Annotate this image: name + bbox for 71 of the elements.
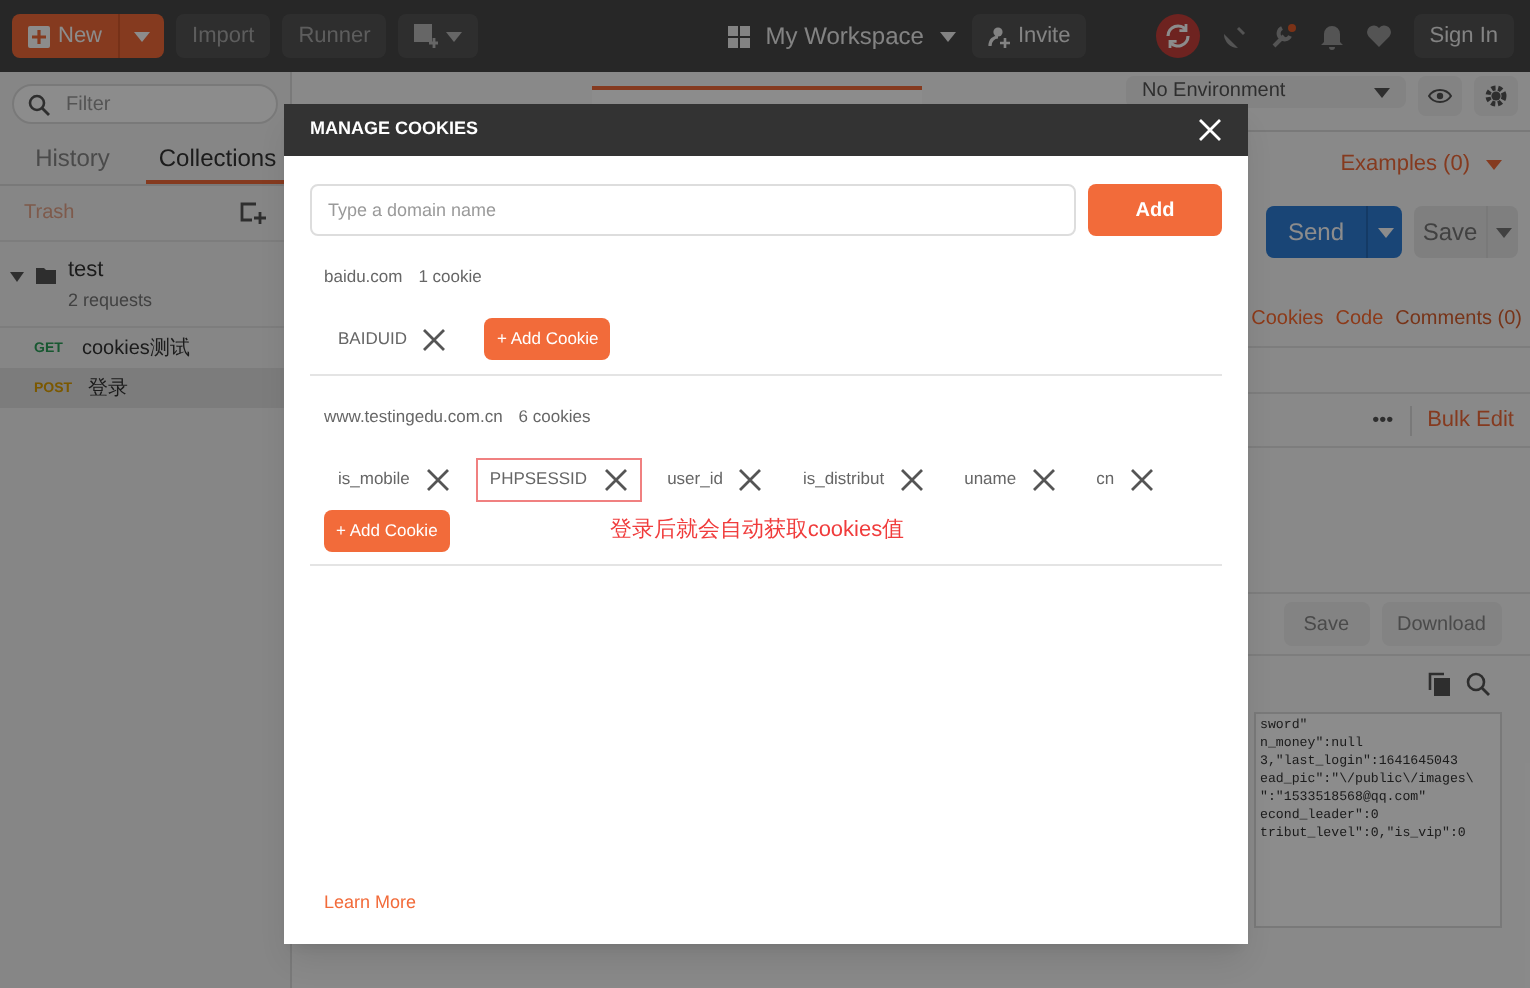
folder-icon (36, 268, 56, 284)
window-plus-icon (414, 24, 439, 48)
annotation-text: 登录后就会自动获取cookies值 (609, 515, 905, 546)
bulk-edit-link[interactable]: Bulk Edit (1427, 403, 1514, 437)
caret-icon (446, 31, 463, 41)
cookie-chip[interactable]: BAIDUID (324, 317, 461, 362)
domain-name: baidu.com (324, 264, 403, 290)
examples-link[interactable]: Examples (0) (1340, 147, 1502, 181)
close-icon[interactable] (738, 467, 763, 491)
caret-icon (1486, 159, 1502, 169)
search-icon (28, 94, 50, 116)
add-cookie-button[interactable]: + Add Cookie (324, 509, 450, 551)
cookie-count: 1 cookie (418, 264, 482, 290)
expand-caret-icon[interactable] (10, 270, 24, 284)
cookie-chip[interactable]: PHPSESSID (475, 457, 642, 501)
plus-icon (28, 25, 50, 47)
cookie-chip[interactable]: is_mobile (324, 457, 464, 501)
new-label: New (58, 21, 103, 52)
cookie-chip[interactable]: uname (950, 457, 1071, 501)
sync-icon[interactable] (1155, 14, 1200, 58)
request-name: cookies测试 (82, 335, 190, 363)
download-button[interactable]: Download (1381, 602, 1502, 646)
eye-icon (1428, 88, 1452, 104)
environment-selector[interactable]: No Environment (1126, 76, 1406, 108)
caret-icon (1495, 227, 1511, 237)
new-window-button[interactable] (398, 14, 479, 58)
send-button[interactable]: Send (1266, 206, 1402, 258)
new-collection-icon[interactable] (240, 201, 266, 225)
grid-icon (727, 25, 750, 47)
request-link[interactable]: Cookies (1251, 304, 1324, 334)
dialog-title: MANAGE COOKIES (310, 116, 479, 143)
cookie-chip[interactable]: is_distribut (788, 457, 939, 501)
domain-input[interactable]: Type a domain name (310, 184, 1076, 236)
copy-icon[interactable] (1428, 672, 1450, 696)
invite-button[interactable]: Invite (971, 14, 1087, 58)
more-button[interactable]: ••• (1372, 405, 1412, 435)
caret-icon (939, 31, 956, 41)
request-count: 2 requests (68, 287, 153, 314)
cookie-count: 6 cookies (518, 403, 591, 429)
workspace-selector[interactable]: My Workspace (765, 18, 956, 54)
trash-link[interactable]: Trash (24, 198, 75, 228)
close-icon[interactable] (1032, 467, 1057, 491)
settings-button[interactable] (1474, 76, 1518, 116)
sign-in-button[interactable]: Sign In (1413, 14, 1514, 58)
close-icon[interactable] (603, 467, 628, 491)
person-plus-icon (987, 25, 1010, 47)
request-link[interactable]: Comments (0) (1395, 304, 1522, 334)
filter-field[interactable]: Filter (12, 84, 278, 124)
cookie-chip[interactable]: cn (1082, 457, 1169, 501)
domain-name: www.testingedu.com.cn (324, 403, 503, 429)
collection-name: test (68, 256, 106, 286)
caret-icon (134, 31, 151, 41)
close-icon[interactable] (422, 327, 447, 352)
search-icon[interactable] (1466, 672, 1490, 696)
caret-icon (1377, 227, 1393, 237)
request-link[interactable]: Code (1335, 304, 1384, 334)
request-name: 登录 (88, 375, 129, 403)
close-icon[interactable] (1130, 467, 1155, 491)
save-button[interactable]: Save (1414, 206, 1518, 258)
sidebar-tab[interactable]: History (0, 136, 145, 184)
caret-icon (1374, 87, 1390, 97)
cookie-chip[interactable]: user_id (653, 457, 777, 501)
settings-icon (1484, 84, 1508, 108)
learn-more-link[interactable]: Learn More (310, 889, 431, 916)
save-response-button[interactable]: Save (1283, 602, 1370, 646)
close-icon[interactable] (425, 467, 450, 491)
eye-button[interactable] (1418, 76, 1462, 116)
add-cookie-button[interactable]: + Add Cookie (484, 318, 611, 361)
add-domain-button[interactable]: Add (1088, 184, 1222, 236)
new-button[interactable]: New (12, 14, 165, 58)
close-icon[interactable] (900, 467, 925, 491)
